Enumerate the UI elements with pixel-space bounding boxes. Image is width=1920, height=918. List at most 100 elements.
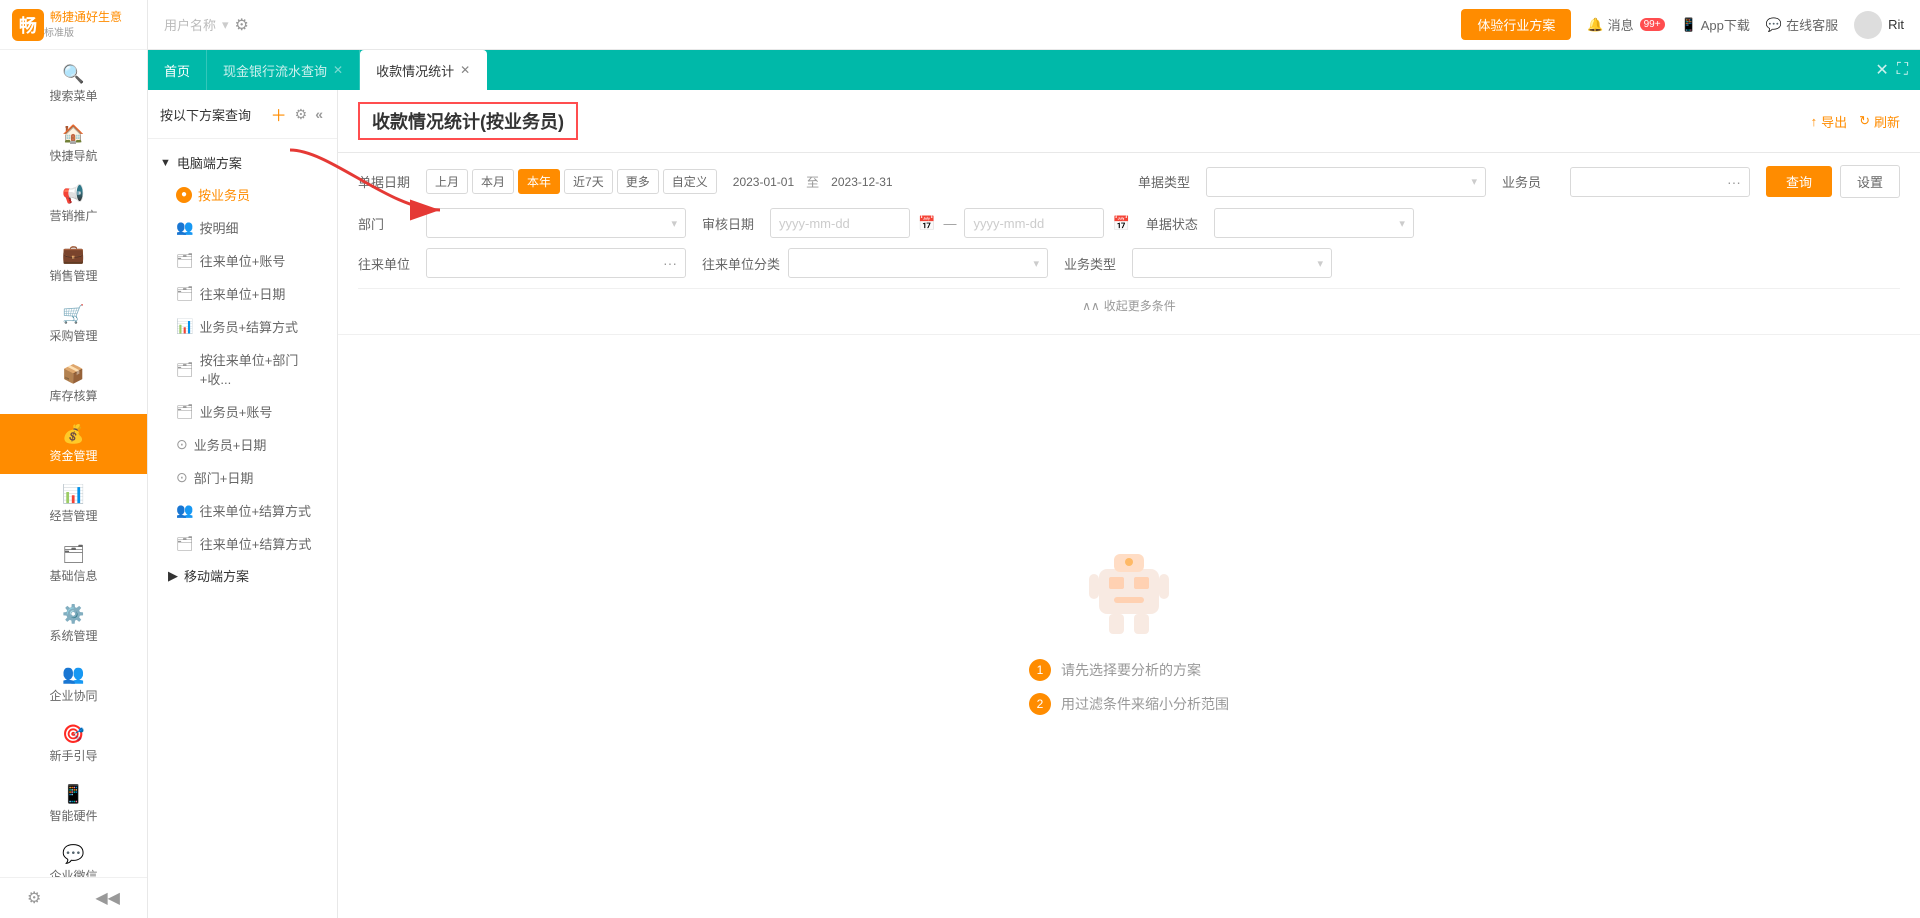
partner-dept-icon: 🗂	[176, 361, 194, 378]
calendar-icon-end[interactable]: 📅	[1112, 215, 1129, 232]
sales-icon: 💼	[62, 244, 84, 265]
topbar-right: 体验行业方案 🔔 消息 99+ 📱 App下载 💬 在线客服 Rit	[1461, 9, 1904, 40]
doc-type-select[interactable]: ▾	[1206, 167, 1486, 197]
collapse-sidebar-icon[interactable]: ◀◀	[95, 888, 120, 908]
preset-this-month[interactable]: 本月	[472, 169, 514, 194]
solution-item-salesperson-settle[interactable]: 📊 业务员+结算方式	[148, 310, 337, 343]
doc-status-select[interactable]: ▾	[1214, 208, 1414, 238]
manage-solution-button[interactable]: ⚙	[293, 104, 310, 125]
tab-receipt-stats-label: 收款情况统计	[376, 61, 454, 80]
calendar-icon-start[interactable]: 📅	[918, 215, 935, 232]
sidebar: 畅 畅捷通好生意 标准版 🔍 搜索菜单 🏠 快捷导航 📢 营销推广 💼 销售管理…	[0, 0, 148, 918]
solution-item-salesperson-account[interactable]: 🗂 业务员+账号	[148, 395, 337, 428]
collapse-panel-button[interactable]: «	[313, 104, 325, 124]
tab-maximize-icon[interactable]: ⛶	[1897, 61, 1908, 79]
user-profile[interactable]: Rit	[1854, 11, 1904, 39]
sidebar-item-basic-info[interactable]: 🗂 基础信息	[0, 534, 147, 594]
step-2-text: 用过滤条件来缩小分析范围	[1061, 694, 1229, 714]
detail-solution-icon: 👥	[176, 219, 193, 236]
online-service-button[interactable]: 💬 在线客服	[1766, 15, 1838, 34]
tab-bank-flow-label: 现金银行流水查询	[223, 61, 327, 80]
collapse-filter-bar[interactable]: ∧∧ 收起更多条件	[358, 288, 1900, 322]
business-type-select[interactable]: ▾	[1132, 248, 1332, 278]
app-download-button[interactable]: 📱 App下载	[1681, 15, 1750, 34]
quick-nav-icon: 🏠	[62, 124, 84, 145]
left-panel-title: 按以下方案查询	[160, 105, 251, 124]
right-panel: 收款情况统计(按业务员) ↑ 导出 ↻ 刷新	[338, 90, 1920, 918]
sidebar-item-system[interactable]: ⚙️ 系统管理	[0, 594, 147, 654]
logo-badge: 标准版	[44, 24, 122, 39]
sidebar-item-quick-nav[interactable]: 🏠 快捷导航	[0, 114, 147, 174]
doc-type-filter: 单据类型 ▾	[1138, 167, 1486, 197]
partner-select[interactable]: ···	[426, 248, 686, 278]
add-solution-button[interactable]: ＋	[269, 100, 289, 128]
review-date-end[interactable]: yyyy-mm-dd	[964, 208, 1104, 238]
solution-item-salesperson-date[interactable]: ⊙ 业务员+日期	[148, 428, 337, 461]
salesperson-solution-icon: ●	[176, 187, 192, 203]
logo-area: 畅 畅捷通好生意 标准版	[0, 0, 147, 50]
solution-item-by-detail[interactable]: 👥 按明细	[148, 211, 337, 244]
partner-filter: 往来单位 ···	[358, 248, 686, 278]
sidebar-item-finance[interactable]: 💰 资金管理	[0, 414, 147, 474]
sidebar-item-inventory[interactable]: 📦 库存核算	[0, 354, 147, 414]
preset-custom[interactable]: 自定义	[663, 169, 717, 194]
preset-last-month[interactable]: 上月	[426, 169, 468, 194]
sidebar-item-operation[interactable]: 📊 经营管理	[0, 474, 147, 534]
date-filter-label: 单据日期	[358, 172, 418, 191]
mobile-group-header[interactable]: ▶ 移动端方案	[148, 560, 337, 591]
preset-more[interactable]: 更多	[617, 169, 659, 194]
review-date-start[interactable]: yyyy-mm-dd	[770, 208, 910, 238]
export-button[interactable]: ↑ 导出	[1811, 112, 1848, 131]
messages-badge: 99+	[1640, 18, 1665, 31]
pc-group-header[interactable]: ▼ 电脑端方案	[148, 147, 337, 178]
salesperson-more-icon[interactable]: ···	[1727, 174, 1741, 190]
sidebar-item-marketing[interactable]: 📢 营销推广	[0, 174, 147, 234]
tab-receipt-stats-close[interactable]: ✕	[460, 63, 470, 77]
dept-select[interactable]: ▾	[426, 208, 686, 238]
sidebar-item-wechat[interactable]: 💬 企业微信	[0, 834, 147, 877]
query-button[interactable]: 查询	[1766, 166, 1832, 197]
solution-item-partner-dept[interactable]: 🗂 按往来单位+部门+收...	[148, 343, 337, 395]
tab-bank-flow[interactable]: 现金银行流水查询 ✕	[207, 50, 360, 90]
tab-bank-flow-close[interactable]: ✕	[333, 63, 343, 77]
preset-this-year[interactable]: 本年	[518, 169, 560, 194]
collapse-arrow-icon: ∧∧	[1082, 299, 1100, 313]
settings-bottom-icon[interactable]: ⚙	[27, 888, 41, 908]
partner-category-select[interactable]: ▾	[788, 248, 1048, 278]
filter-row-2: 部门 ▾ 审核日期 yyyy-mm-dd 📅 —	[358, 208, 1900, 238]
tab-close-all-icon[interactable]: ✕	[1875, 60, 1888, 80]
pc-group-arrow: ▼	[160, 157, 171, 169]
messages-button[interactable]: 🔔 消息 99+	[1587, 15, 1664, 34]
solution-item-dept-date[interactable]: ⊙ 部门+日期	[148, 461, 337, 494]
basic-info-icon: 🗂	[62, 544, 85, 565]
partner-more-icon[interactable]: ···	[663, 255, 677, 271]
sidebar-item-label-purchase: 采购管理	[49, 327, 97, 344]
trial-button[interactable]: 体验行业方案	[1461, 9, 1571, 40]
partner-category-chevron: ▾	[1033, 257, 1039, 270]
tabbar-spacer	[487, 50, 1863, 90]
sidebar-item-sales[interactable]: 💼 销售管理	[0, 234, 147, 294]
sidebar-item-search-menu[interactable]: 🔍 搜索菜单	[0, 54, 147, 114]
sidebar-item-enterprise[interactable]: 👥 企业协同	[0, 654, 147, 714]
solution-item-partner-settle3[interactable]: 🗂 往来单位+结算方式	[148, 527, 337, 560]
solution-item-partner-settle2[interactable]: 👥 往来单位+结算方式	[148, 494, 337, 527]
salesperson-select[interactable]: ···	[1570, 167, 1750, 197]
pc-group-label: 电脑端方案	[177, 153, 242, 172]
sidebar-item-smart-hw[interactable]: 📱 智能硬件	[0, 774, 147, 834]
setting-button[interactable]: 设置	[1840, 165, 1900, 198]
solution-item-partner-date[interactable]: 🗂 往来单位+日期	[148, 277, 337, 310]
salesperson-settle-icon: 📊	[176, 318, 193, 335]
sidebar-item-purchase[interactable]: 🛒 采购管理	[0, 294, 147, 354]
service-icon: 💬	[1766, 17, 1782, 33]
tab-home[interactable]: 首页	[148, 50, 207, 90]
topbar-gear-icon[interactable]: ⚙	[235, 15, 249, 35]
date-presets: 上月 本月 本年 近7天 更多 自定义	[426, 169, 717, 194]
sidebar-item-guide[interactable]: 🎯 新手引导	[0, 714, 147, 774]
solution-item-by-salesperson[interactable]: ● 按业务员	[148, 178, 337, 211]
preset-7days[interactable]: 近7天	[564, 169, 613, 194]
solution-item-partner-account[interactable]: 🗂 往来单位+账号	[148, 244, 337, 277]
tab-receipt-stats[interactable]: 收款情况统计 ✕	[360, 50, 487, 90]
refresh-button[interactable]: ↻ 刷新	[1859, 112, 1900, 131]
partner-account-label: 往来单位+账号	[200, 251, 286, 270]
sidebar-item-label-operation: 经营管理	[49, 507, 97, 524]
